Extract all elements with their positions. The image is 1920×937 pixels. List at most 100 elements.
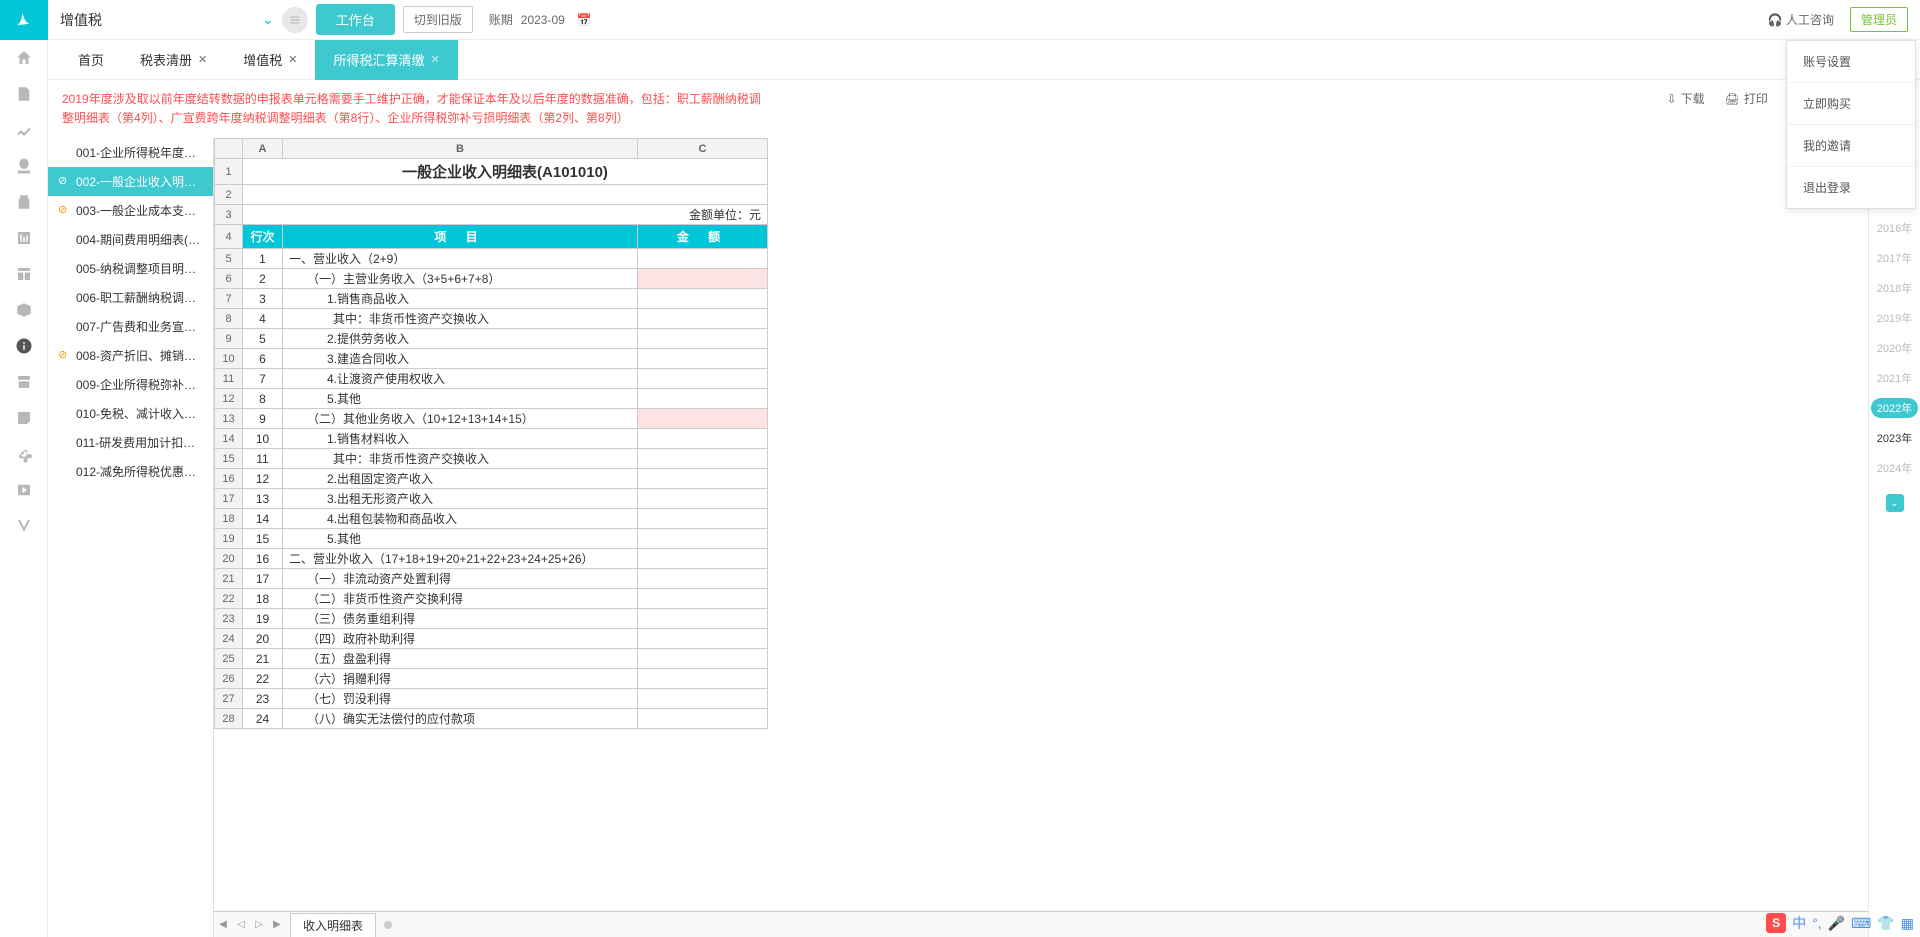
- amount-cell[interactable]: [638, 409, 768, 429]
- amount-cell[interactable]: [638, 389, 768, 409]
- horizontal-scrollbar[interactable]: [384, 920, 1912, 930]
- nav-archive-icon[interactable]: [0, 364, 48, 400]
- nav-v-icon[interactable]: [0, 508, 48, 544]
- nav-template-icon[interactable]: [0, 256, 48, 292]
- consult-link[interactable]: 🎧 人工咨询: [1768, 11, 1834, 28]
- row-number[interactable]: 11: [215, 369, 243, 389]
- line-number-cell[interactable]: 17: [243, 569, 283, 589]
- sheet-nav-first-icon[interactable]: ◀: [214, 919, 232, 930]
- amount-cell[interactable]: [638, 689, 768, 709]
- user-menu-item[interactable]: 账号设置: [1787, 41, 1915, 83]
- item-cell[interactable]: 1.销售材料收入: [283, 429, 638, 449]
- form-list-item[interactable]: 011-研发费用加计扣除优惠...: [48, 428, 213, 457]
- year-item[interactable]: 2024年: [1871, 458, 1918, 478]
- year-expand-icon[interactable]: ⌄: [1886, 494, 1904, 512]
- line-number-cell[interactable]: 16: [243, 549, 283, 569]
- amount-cell[interactable]: [638, 529, 768, 549]
- form-list-item[interactable]: 006-职工薪酬纳税调整明细...: [48, 283, 213, 312]
- year-item[interactable]: 2016年: [1871, 218, 1918, 238]
- year-item[interactable]: 2019年: [1871, 308, 1918, 328]
- nav-settings-icon[interactable]: [0, 436, 48, 472]
- nav-video-icon[interactable]: [0, 472, 48, 508]
- item-cell[interactable]: 一、营业收入（2+9）: [283, 249, 638, 269]
- ime-lang[interactable]: 中: [1792, 913, 1806, 933]
- nav-doc-icon[interactable]: [0, 76, 48, 112]
- amount-cell[interactable]: [638, 669, 768, 689]
- list-toggle-icon[interactable]: [282, 7, 308, 33]
- calendar-icon[interactable]: 📅: [577, 13, 592, 27]
- form-list-item[interactable]: 010-免税、减计收入及加计...: [48, 399, 213, 428]
- form-list-item[interactable]: 012-减免所得税优惠明细表(...: [48, 457, 213, 486]
- year-item[interactable]: 2022年: [1871, 398, 1918, 418]
- line-number-cell[interactable]: 9: [243, 409, 283, 429]
- form-list-item[interactable]: 009-企业所得税弥补亏损明...: [48, 370, 213, 399]
- item-cell[interactable]: 1.销售商品收入: [283, 289, 638, 309]
- amount-cell[interactable]: [638, 329, 768, 349]
- row-number[interactable]: 13: [215, 409, 243, 429]
- row-number[interactable]: 25: [215, 649, 243, 669]
- amount-cell[interactable]: [638, 369, 768, 389]
- line-number-cell[interactable]: 13: [243, 489, 283, 509]
- row-number[interactable]: 18: [215, 509, 243, 529]
- nav-money-icon[interactable]: [0, 148, 48, 184]
- row-number[interactable]: 22: [215, 589, 243, 609]
- item-cell[interactable]: （五）盘盈利得: [283, 649, 638, 669]
- sheet-tab[interactable]: 收入明细表: [290, 913, 376, 937]
- amount-cell[interactable]: [638, 649, 768, 669]
- row-number[interactable]: 6: [215, 269, 243, 289]
- close-icon[interactable]: ✕: [198, 53, 207, 66]
- form-list-item[interactable]: 001-企业所得税年度纳税申...: [48, 138, 213, 167]
- user-menu-item[interactable]: 我的邀请: [1787, 125, 1915, 167]
- close-icon[interactable]: ✕: [431, 53, 440, 66]
- line-number-cell[interactable]: 18: [243, 589, 283, 609]
- item-cell[interactable]: 二、营业外收入（17+18+19+20+21+22+23+24+25+26）: [283, 549, 638, 569]
- amount-cell[interactable]: [638, 629, 768, 649]
- row-number[interactable]: 24: [215, 629, 243, 649]
- year-item[interactable]: 2017年: [1871, 248, 1918, 268]
- col-header-c[interactable]: C: [638, 139, 768, 159]
- ime-grid-icon[interactable]: ▦: [1901, 915, 1914, 932]
- print-button[interactable]: 🖨 打印: [1725, 90, 1768, 107]
- year-item[interactable]: 2023年: [1871, 428, 1918, 448]
- row-number[interactable]: 5: [215, 249, 243, 269]
- line-number-cell[interactable]: 10: [243, 429, 283, 449]
- item-cell[interactable]: （七）罚没利得: [283, 689, 638, 709]
- amount-cell[interactable]: [638, 569, 768, 589]
- line-number-cell[interactable]: 14: [243, 509, 283, 529]
- line-number-cell[interactable]: 4: [243, 309, 283, 329]
- download-button[interactable]: ⇩ 下载: [1667, 90, 1705, 107]
- user-menu-item[interactable]: 立即购买: [1787, 83, 1915, 125]
- line-number-cell[interactable]: 3: [243, 289, 283, 309]
- amount-cell[interactable]: [638, 289, 768, 309]
- row-number[interactable]: 17: [215, 489, 243, 509]
- line-number-cell[interactable]: 5: [243, 329, 283, 349]
- row-number[interactable]: 3: [215, 205, 243, 225]
- year-item[interactable]: 2018年: [1871, 278, 1918, 298]
- item-cell[interactable]: 5.其他: [283, 529, 638, 549]
- item-cell[interactable]: 4.让渡资产使用权收入: [283, 369, 638, 389]
- amount-cell[interactable]: [638, 489, 768, 509]
- item-cell[interactable]: （四）政府补助利得: [283, 629, 638, 649]
- tab[interactable]: 所得税汇算清缴✕: [315, 40, 457, 80]
- admin-button[interactable]: 管理员: [1850, 7, 1908, 32]
- line-number-cell[interactable]: 22: [243, 669, 283, 689]
- item-cell[interactable]: 其中：非货币性资产交换收入: [283, 309, 638, 329]
- amount-cell[interactable]: [638, 449, 768, 469]
- row-number[interactable]: 26: [215, 669, 243, 689]
- line-number-cell[interactable]: 7: [243, 369, 283, 389]
- ime-keyboard-icon[interactable]: ⌨: [1851, 915, 1871, 932]
- amount-cell[interactable]: [638, 469, 768, 489]
- row-number[interactable]: 14: [215, 429, 243, 449]
- form-list-item[interactable]: ⊘008-资产折旧、摊销及纳税...: [48, 341, 213, 370]
- item-cell[interactable]: 5.其他: [283, 389, 638, 409]
- year-item[interactable]: 2021年: [1871, 368, 1918, 388]
- nav-home-icon[interactable]: [0, 40, 48, 76]
- period-value[interactable]: 2023-09: [521, 13, 565, 27]
- amount-cell[interactable]: [638, 349, 768, 369]
- year-item[interactable]: 2020年: [1871, 338, 1918, 358]
- item-cell[interactable]: 4.出租包装物和商品收入: [283, 509, 638, 529]
- row-number[interactable]: 27: [215, 689, 243, 709]
- amount-cell[interactable]: [638, 589, 768, 609]
- row-number[interactable]: 19: [215, 529, 243, 549]
- nav-report-icon[interactable]: [0, 220, 48, 256]
